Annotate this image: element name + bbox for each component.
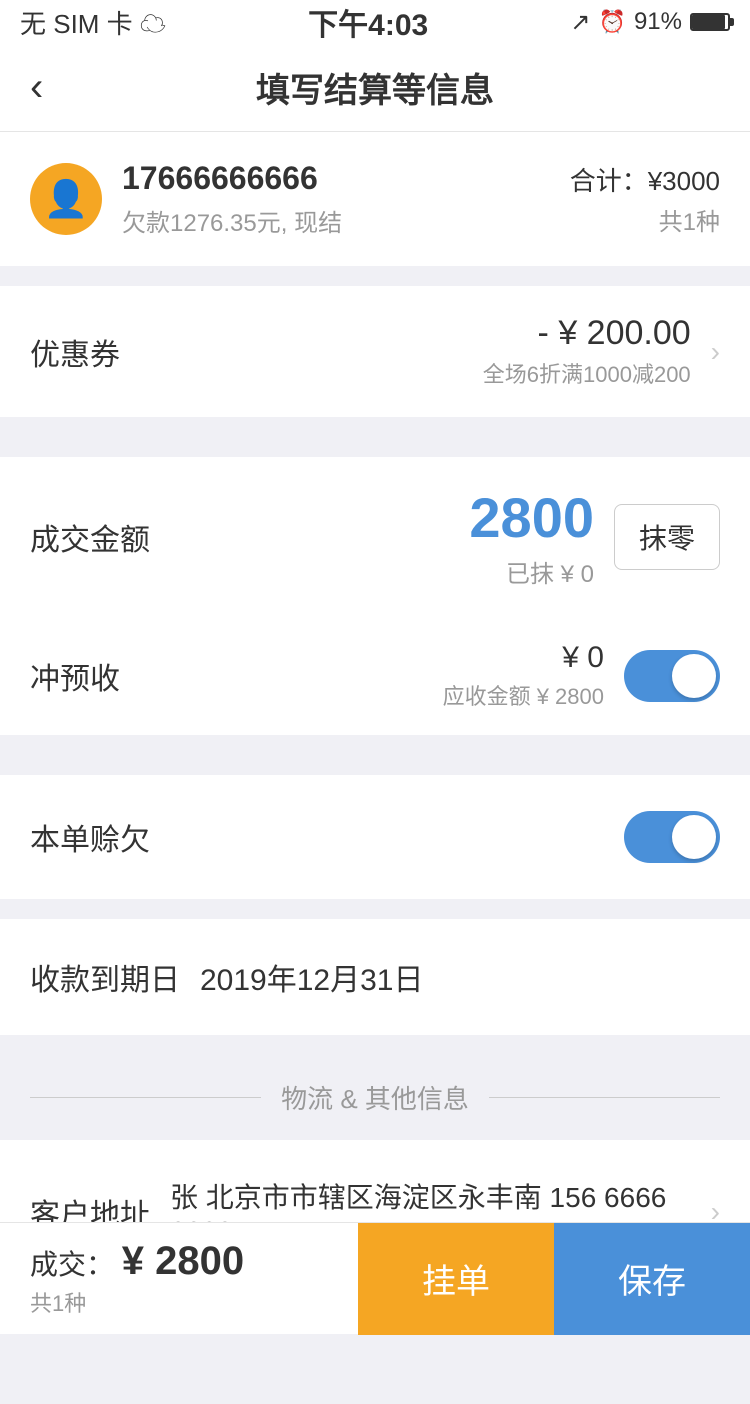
separator-1: [0, 437, 750, 457]
customer-debt: 欠款1276.35元, 现结: [122, 203, 342, 238]
logistics-divider: 物流 & 其他信息: [0, 1055, 750, 1140]
avatar: 👤: [30, 163, 102, 235]
debt-toggle[interactable]: [624, 811, 720, 863]
prepay-toggle[interactable]: [624, 650, 720, 702]
save-button[interactable]: 保存: [554, 1223, 750, 1335]
divider-line-left: [30, 1097, 261, 1098]
coupon-label: 优惠券: [30, 330, 120, 374]
bottom-bar: 成交： ¥ 2800 共1种 挂单 保存: [0, 1222, 750, 1334]
back-button[interactable]: ‹: [20, 55, 53, 120]
prepay-label: 冲预收: [30, 654, 120, 698]
prepay-value-block: ¥ 0 应收金额 ¥ 2800: [443, 641, 604, 711]
nav-bar: ‹ 填写结算等信息: [0, 44, 750, 132]
bottom-summary: 成交： ¥ 2800 共1种: [0, 1239, 358, 1318]
bottom-deal-label: 成交：: [30, 1249, 114, 1280]
customer-left: 👤 17666666666 欠款1276.35元, 现结: [30, 160, 342, 238]
debt-toggle-knob: [672, 815, 716, 859]
location-icon: [570, 8, 590, 37]
coupon-row[interactable]: 优惠券 - ¥ 200.00 全场6折满1000减200 ›: [0, 286, 750, 417]
status-bar: 无 SIM 卡 ☁ 下午4:03 91%: [0, 0, 750, 44]
prepay-right: ¥ 0 应收金额 ¥ 2800: [443, 641, 720, 711]
status-right: 91%: [570, 8, 730, 37]
alarm-icon: [599, 8, 626, 36]
round-button[interactable]: 抹零: [614, 504, 720, 570]
due-date-row: 收款到期日 2019年12月31日: [0, 919, 750, 1035]
prepay-amount: ¥ 0: [443, 641, 604, 675]
coupon-description: 全场6折满1000减200: [483, 357, 691, 389]
due-date-value: 2019年12月31日: [200, 955, 423, 999]
separator-2: [0, 755, 750, 775]
hang-button[interactable]: 挂单: [358, 1223, 554, 1335]
amount-value-block: 2800 已抹 ¥ 0: [469, 485, 594, 589]
bottom-amount: ¥ 2800: [122, 1239, 244, 1283]
bottom-count: 共1种: [30, 1286, 328, 1318]
total-amount: 合计：¥3000: [570, 161, 720, 198]
customer-phone: 17666666666: [122, 160, 342, 197]
prepay-sub: 应收金额 ¥ 2800: [443, 679, 604, 711]
battery-percent: 91%: [634, 8, 682, 36]
coupon-section: 优惠券 - ¥ 200.00 全场6折满1000减200 ›: [0, 286, 750, 417]
content: 👤 17666666666 欠款1276.35元, 现结 合计：¥3000 共1…: [0, 132, 750, 1404]
chevron-right-icon: ›: [711, 336, 720, 368]
logistics-label: 物流 & 其他信息: [281, 1079, 469, 1116]
customer-total: 合计：¥3000 共1种: [570, 161, 720, 237]
debt-label: 本单赊欠: [30, 815, 150, 859]
divider-line-right: [489, 1097, 720, 1098]
amount-value: 2800: [469, 485, 594, 550]
status-time: 下午4:03: [308, 0, 428, 44]
battery-icon: [690, 13, 730, 31]
due-date-label: 收款到期日: [30, 955, 180, 999]
amount-row: 成交金额 2800 已抹 ¥ 0 抹零: [0, 457, 750, 617]
amount-section: 成交金额 2800 已抹 ¥ 0 抹零 冲预收 ¥ 0 应收金额 ¥ 2800: [0, 457, 750, 735]
bottom-deal-line: 成交： ¥ 2800: [30, 1239, 328, 1284]
coupon-right: - ¥ 200.00 全场6折满1000减200 ›: [483, 314, 720, 389]
sim-status: 无 SIM 卡 ☁: [20, 4, 166, 41]
amount-right: 2800 已抹 ¥ 0 抹零: [469, 485, 720, 589]
amount-sub: 已抹 ¥ 0: [469, 554, 594, 589]
prepay-top: 冲预收 ¥ 0 应收金额 ¥ 2800: [30, 641, 720, 711]
prepay-row: 冲预收 ¥ 0 应收金额 ¥ 2800: [0, 617, 750, 735]
page-title: 填写结算等信息: [256, 63, 494, 112]
coupon-amount: - ¥ 200.00: [483, 314, 691, 353]
customer-info: 17666666666 欠款1276.35元, 现结: [122, 160, 342, 238]
customer-card: 👤 17666666666 欠款1276.35元, 现结 合计：¥3000 共1…: [0, 132, 750, 266]
coupon-value-block: - ¥ 200.00 全场6折满1000减200: [483, 314, 691, 389]
debt-row: 本单赊欠: [0, 775, 750, 899]
toggle-knob: [672, 654, 716, 698]
total-count: 共1种: [570, 202, 720, 237]
amount-label: 成交金额: [30, 515, 150, 559]
status-left: 无 SIM 卡 ☁: [20, 4, 166, 41]
